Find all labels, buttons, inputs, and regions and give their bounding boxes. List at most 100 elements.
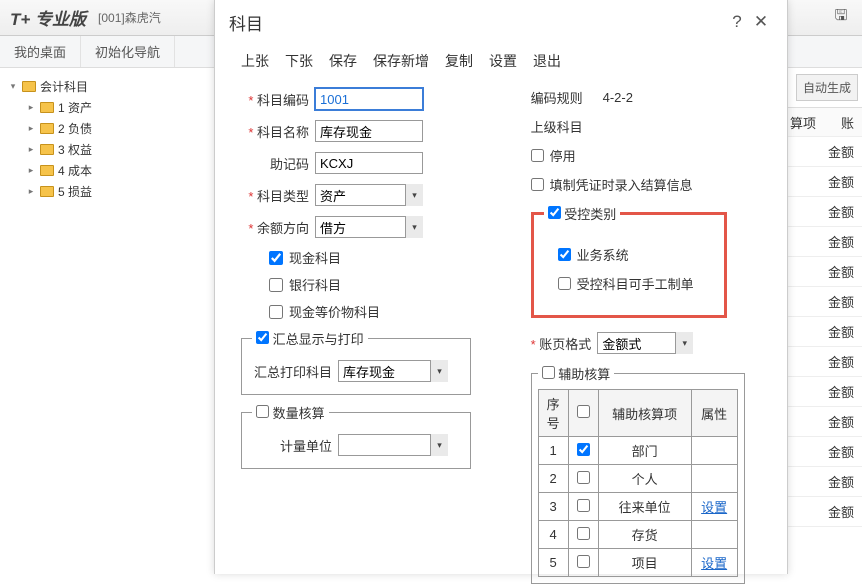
- direction-label: 余额方向: [241, 218, 315, 237]
- code-label: 科目编码: [241, 90, 315, 109]
- row-checkbox[interactable]: [577, 527, 590, 540]
- check-all[interactable]: [577, 405, 590, 418]
- close-icon[interactable]: ✕: [749, 12, 773, 32]
- expand-icon[interactable]: ▸: [26, 186, 36, 197]
- save-icon[interactable]: 🖫: [830, 5, 852, 30]
- expand-icon[interactable]: ▸: [26, 144, 36, 155]
- help-icon[interactable]: ?: [725, 12, 749, 32]
- table-row[interactable]: 4存货: [538, 521, 737, 549]
- chevron-down-icon[interactable]: ▾: [405, 216, 423, 238]
- row-checkbox[interactable]: [577, 555, 590, 568]
- cash-equiv-checkbox[interactable]: [269, 305, 283, 319]
- grid-cell: 金额: [782, 287, 862, 317]
- chevron-down-icon[interactable]: ▾: [430, 360, 448, 382]
- table-row[interactable]: 1部门: [538, 437, 737, 465]
- name-label: 科目名称: [241, 122, 315, 141]
- attr-link[interactable]: 设置: [701, 556, 727, 571]
- parent-label: 上级科目: [531, 117, 597, 136]
- table-row[interactable]: 2个人: [538, 465, 737, 493]
- summary-toggle-checkbox[interactable]: [256, 331, 269, 344]
- mnemonic-label: 助记码: [241, 154, 315, 173]
- dialog-header: 科目 ? ✕: [215, 0, 787, 44]
- row-checkbox[interactable]: [577, 471, 590, 484]
- grid-cell: 金额: [782, 257, 862, 287]
- fill-voucher-checkbox[interactable]: [531, 178, 544, 191]
- type-label: 科目类型: [241, 186, 315, 205]
- aux-toggle-checkbox[interactable]: [542, 366, 555, 379]
- auto-generate-button[interactable]: 自动生成: [796, 74, 858, 101]
- tree-item-cost[interactable]: ▸4 成本: [24, 160, 174, 181]
- folder-icon: [40, 102, 54, 113]
- rule-value: 4-2-2: [603, 90, 633, 105]
- expand-icon[interactable]: ▸: [26, 123, 36, 134]
- tree-root[interactable]: ▾ 会计科目: [6, 76, 174, 97]
- name-input[interactable]: [315, 120, 423, 142]
- quantity-fieldset: 数量核算 计量单位 ▾: [241, 403, 471, 469]
- menu-next[interactable]: 下张: [285, 51, 313, 71]
- tree-item-assets[interactable]: ▸1 资产: [24, 97, 174, 118]
- grid-cell: 金额: [782, 167, 862, 197]
- grid-cell: 金额: [782, 407, 862, 437]
- expand-icon[interactable]: ▸: [26, 102, 36, 113]
- rule-label: 编码规则: [531, 88, 597, 107]
- table-row[interactable]: 5项目设置: [538, 549, 737, 577]
- code-input[interactable]: [315, 88, 423, 110]
- stop-checkbox[interactable]: [531, 149, 544, 162]
- dialog-toolbar: 上张 下张 保存 保存新增 复制 设置 退出: [215, 44, 787, 78]
- grid-cell: 金额: [782, 227, 862, 257]
- attr-link[interactable]: 设置: [701, 500, 727, 515]
- aux-table: 序号 辅助核算项 属性 1部门2个人3往来单位设置4存货5项目设置: [538, 389, 738, 577]
- col-item: 辅助核算项: [598, 390, 691, 437]
- menu-save[interactable]: 保存: [329, 51, 357, 71]
- folder-icon: [40, 123, 54, 134]
- tab-desktop[interactable]: 我的桌面: [0, 36, 81, 67]
- manual-entry-checkbox[interactable]: [558, 277, 571, 290]
- grid-cell: 金额: [782, 347, 862, 377]
- grid-cell: 金额: [782, 197, 862, 227]
- grid-cell: 金额: [782, 137, 862, 167]
- table-row[interactable]: 3往来单位设置: [538, 493, 737, 521]
- summary-fieldset: 汇总显示与打印 汇总打印科目 ▾: [241, 329, 471, 395]
- quantity-toggle-checkbox[interactable]: [256, 405, 269, 418]
- grid-cell: 金额: [782, 467, 862, 497]
- mnemonic-input[interactable]: [315, 152, 423, 174]
- menu-settings[interactable]: 设置: [489, 51, 517, 71]
- controlled-toggle-checkbox[interactable]: [548, 206, 561, 219]
- menu-copy[interactable]: 复制: [445, 51, 473, 71]
- bank-checkbox[interactable]: [269, 278, 283, 292]
- menu-prev[interactable]: 上张: [241, 51, 269, 71]
- chevron-down-icon[interactable]: ▾: [430, 434, 448, 456]
- tab-init-nav[interactable]: 初始化导航: [81, 36, 175, 67]
- summary-label: 汇总打印科目: [252, 362, 338, 381]
- chevron-down-icon[interactable]: ▾: [675, 332, 693, 354]
- aux-fieldset: 辅助核算 序号 辅助核算项 属性 1部门2个人3往来单位设置4存货5项目设置: [531, 364, 745, 584]
- tree-item-equity[interactable]: ▸3 权益: [24, 139, 174, 160]
- tree-item-liab[interactable]: ▸2 负债: [24, 118, 174, 139]
- grid-cell: 金额: [782, 377, 862, 407]
- menu-exit[interactable]: 退出: [533, 51, 561, 71]
- folder-icon: [22, 81, 36, 92]
- chevron-down-icon[interactable]: ▾: [405, 184, 423, 206]
- biz-system-checkbox[interactable]: [558, 248, 571, 261]
- folder-icon: [40, 144, 54, 155]
- col-seq: 序号: [538, 390, 568, 437]
- background-grid: 自动生成 算项 账 金额 金额 金额 金额 金额 金额 金额 金额 金额 金额 …: [782, 68, 862, 527]
- menu-save-new[interactable]: 保存新增: [373, 51, 429, 71]
- page-format-label: * 账页格式: [531, 334, 592, 353]
- app-logo: T+ 专业版: [10, 5, 86, 30]
- controlled-fieldset: 受控类别 业务系统 受控科目可手工制单: [531, 204, 727, 318]
- grid-cell: 金额: [782, 497, 862, 527]
- folder-icon: [40, 165, 54, 176]
- tree-item-pl[interactable]: ▸5 损益: [24, 181, 174, 202]
- col-attr: 属性: [691, 390, 737, 437]
- expand-icon[interactable]: ▸: [26, 165, 36, 176]
- collapse-icon[interactable]: ▾: [8, 81, 18, 92]
- dialog-title: 科目: [229, 10, 725, 35]
- nav-tree: ▾ 会计科目 ▸1 资产 ▸2 负债 ▸3 权益 ▸4 成本 ▸5 损益: [0, 68, 180, 210]
- row-checkbox[interactable]: [577, 499, 590, 512]
- subject-dialog: 科目 ? ✕ 上张 下张 保存 保存新增 复制 设置 退出 科目编码 科目名称 …: [214, 0, 788, 574]
- row-checkbox[interactable]: [577, 443, 590, 456]
- app-context: [001]森虎汽: [98, 9, 161, 26]
- cash-checkbox[interactable]: [269, 251, 283, 265]
- tree-root-label: 会计科目: [40, 78, 88, 95]
